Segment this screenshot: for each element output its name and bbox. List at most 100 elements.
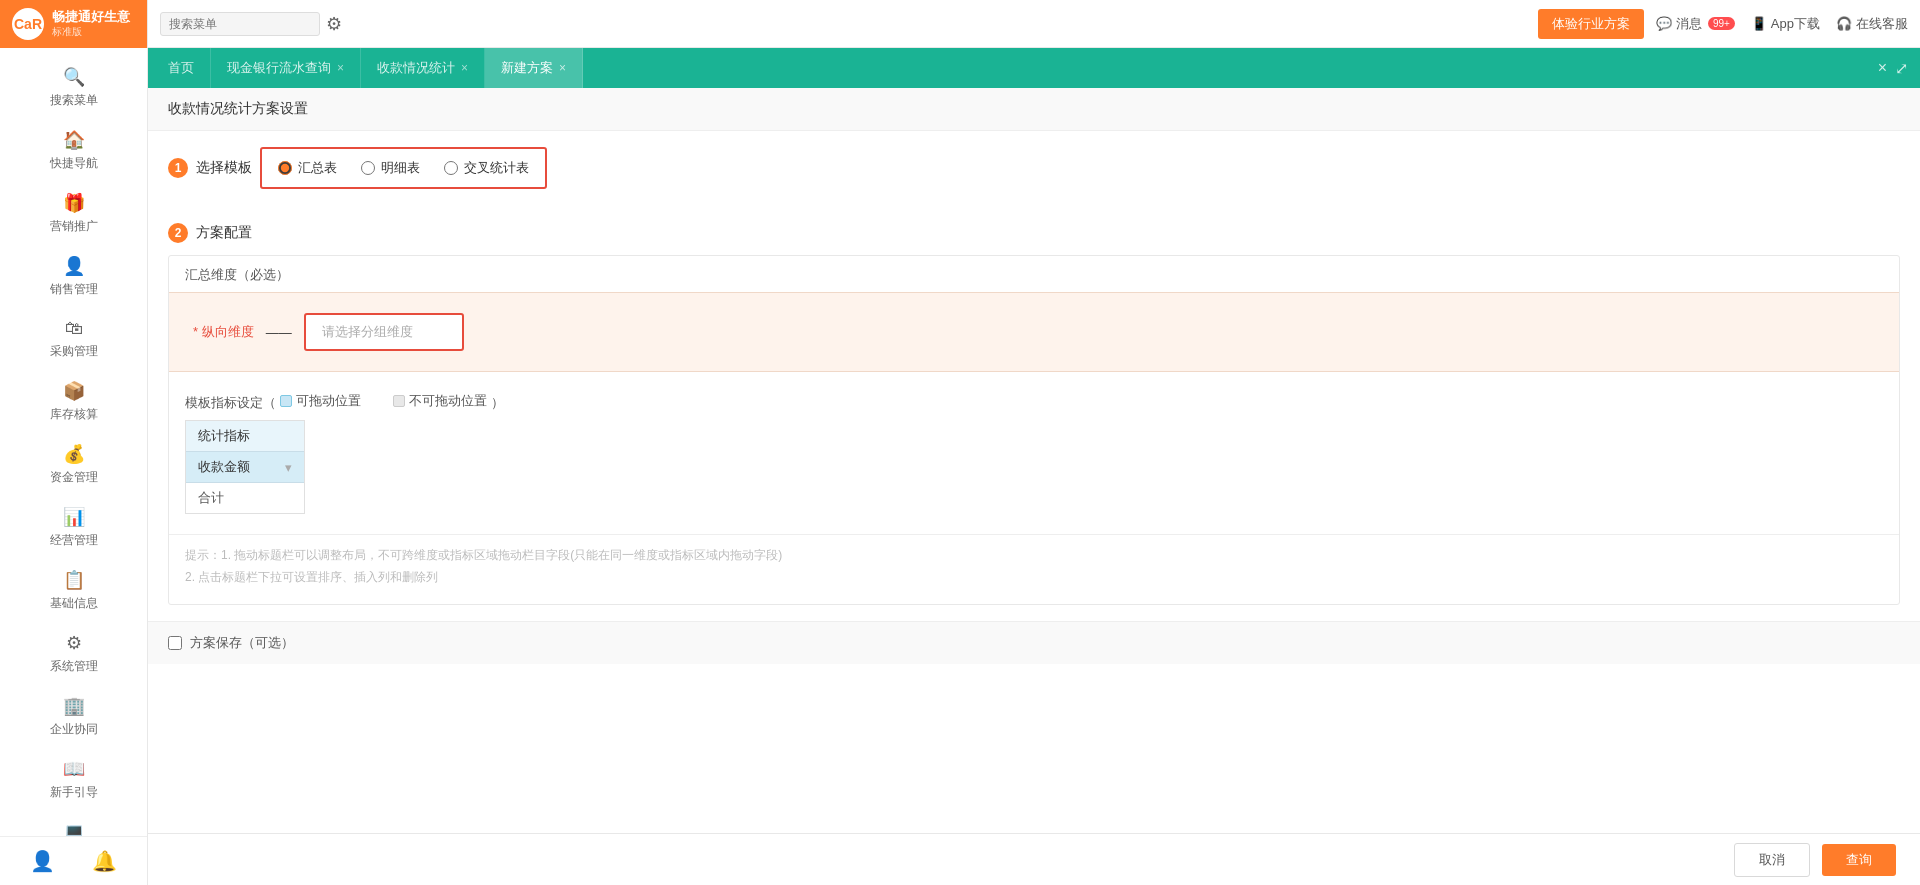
- step1-label: 选择模板: [196, 159, 252, 177]
- cancel-button[interactable]: 取消: [1734, 843, 1810, 877]
- download-button[interactable]: 📱 App下载: [1751, 15, 1820, 33]
- movable-legend-dot: [280, 395, 292, 407]
- fixed-legend-label: 不可拖动位置: [409, 392, 487, 410]
- legend-separator: [370, 395, 383, 410]
- breadcrumb-area: ⚙: [160, 12, 1526, 36]
- tab-bank[interactable]: 现金银行流水查询 ×: [211, 48, 361, 88]
- sidebar-item-base-info[interactable]: 📋 基础信息: [0, 559, 147, 622]
- sidebar-item-marketing[interactable]: 🎁 营销推广: [0, 182, 147, 245]
- step1-badge: 1: [168, 158, 188, 178]
- template-radio-detail[interactable]: [361, 161, 375, 175]
- template-radio-cross[interactable]: [444, 161, 458, 175]
- industry-button[interactable]: 体验行业方案: [1538, 9, 1644, 39]
- sidebar-bottom-icon-1[interactable]: 👤: [30, 849, 55, 873]
- template-radio-summary[interactable]: [278, 161, 292, 175]
- bottom-bar: 取消 查询: [148, 833, 1920, 885]
- sidebar-item-label: 营销推广: [50, 218, 98, 235]
- query-button[interactable]: 查询: [1822, 844, 1896, 876]
- tab-label: 现金银行流水查询: [227, 59, 331, 77]
- template-option-label-summary: 汇总表: [298, 159, 337, 177]
- sidebar-item-label: 资金管理: [50, 469, 98, 486]
- step2-badge: 2: [168, 223, 188, 243]
- sidebar-item-hardware[interactable]: 💻智能硬件: [0, 811, 147, 836]
- sidebar-item-guide[interactable]: 📖新手引导: [0, 748, 147, 811]
- service-button[interactable]: 🎧 在线客服: [1836, 15, 1908, 33]
- tip-line-1: 提示：1. 拖动标题栏可以调整布局，不可跨维度或指标区域拖动栏目字段(只能在同一…: [185, 545, 1883, 567]
- sidebar-bottom: 👤 🔔: [0, 836, 147, 885]
- save-checkbox[interactable]: [168, 636, 182, 650]
- page-header: 收款情况统计方案设置: [148, 88, 1920, 131]
- step1-title-row: 1 选择模板 汇总表 明细表 交叉统计表: [168, 147, 1900, 189]
- marketing-icon: 🎁: [63, 192, 85, 214]
- sidebar-item-system[interactable]: ⚙系统管理: [0, 622, 147, 685]
- tab-expand-icon[interactable]: ⤢: [1895, 59, 1908, 78]
- topbar-right: 💬 消息 99+ 📱 App下载 🎧 在线客服: [1656, 15, 1908, 33]
- inventory-icon: 📦: [63, 380, 85, 402]
- tab-close-all-icon[interactable]: ×: [1878, 59, 1887, 77]
- gear-icon[interactable]: ⚙: [326, 13, 342, 35]
- sidebar-item-label: 新手引导: [50, 784, 98, 801]
- sidebar-item-label: 系统管理: [50, 658, 98, 675]
- template-option-label-detail: 明细表: [381, 159, 420, 177]
- sidebar-item-inventory[interactable]: 📦 库存核算: [0, 370, 147, 433]
- sidebar-item-purchase[interactable]: 🛍 采购管理: [0, 308, 147, 370]
- step1-section: 1 选择模板 汇总表 明细表 交叉统计表: [148, 131, 1920, 219]
- tab-new-plan[interactable]: 新建方案×: [485, 48, 583, 88]
- main-content: 收款情况统计方案设置 1 选择模板 汇总表 明细表 交叉统计表 2 方案配置: [148, 88, 1920, 833]
- logo-text: 畅捷通好生意: [52, 9, 130, 25]
- download-icon: 📱: [1751, 16, 1767, 31]
- step2-section: 2 方案配置 汇总维度（必选） * 纵向维度 —— 请选择分组维度: [148, 219, 1920, 621]
- metrics-table: 统计指标 收款金额 ▾ 合计: [185, 420, 305, 514]
- step2-title-row: 2 方案配置: [168, 223, 1900, 243]
- dim-arrow: ——: [266, 325, 292, 340]
- sidebar-item-finance[interactable]: 💰 资金管理: [0, 433, 147, 496]
- tab-label: 收款情况统计: [377, 59, 455, 77]
- tab-close-new-plan[interactable]: ×: [559, 61, 566, 75]
- tab-label: 首页: [168, 59, 194, 77]
- corp-icon: 🏢: [63, 695, 85, 717]
- sidebar-item-operation[interactable]: 📊 经营管理: [0, 496, 147, 559]
- base-info-icon: 📋: [63, 569, 85, 591]
- sidebar-item-label: 经营管理: [50, 532, 98, 549]
- hardware-icon: 💻: [63, 821, 85, 836]
- operation-icon: 📊: [63, 506, 85, 528]
- tab-close-bank[interactable]: ×: [337, 61, 344, 75]
- sales-icon: 👤: [63, 255, 85, 277]
- metrics-area: 模板指标设定（ 可拖动位置 不可拖动位置 ）: [169, 380, 1899, 526]
- dim-row: * 纵向维度 —— 请选择分组维度: [193, 313, 1875, 351]
- dim-section-label: 汇总维度（必选）: [169, 256, 1899, 284]
- sidebar-item-corp[interactable]: 🏢 企业协同: [0, 685, 147, 748]
- sidebar-bottom-icon-2[interactable]: 🔔: [92, 849, 117, 873]
- metrics-column-header[interactable]: 收款金额 ▾: [186, 452, 304, 483]
- finance-icon: 💰: [63, 443, 85, 465]
- dim-selector[interactable]: 请选择分组维度: [304, 313, 464, 351]
- step2-label: 方案配置: [196, 224, 252, 242]
- template-option-detail[interactable]: 明细表: [361, 159, 420, 177]
- sidebar-item-label: 企业协同: [50, 721, 98, 738]
- sidebar-item-label: 基础信息: [50, 595, 98, 612]
- sidebar-item-search[interactable]: 🔍搜索菜单: [0, 56, 147, 119]
- sidebar-item-label: 库存核算: [50, 406, 98, 423]
- sidebar: CaR 畅捷通好生意 标准版 🔍搜索菜单🏠快捷导航 🎁 营销推广 👤销售管理 🛍 采购管理…: [0, 0, 148, 885]
- logo-sub: 标准版: [52, 25, 130, 39]
- template-option-label-cross: 交叉统计表: [464, 159, 529, 177]
- logo-icon: CaR: [12, 8, 44, 40]
- tab-home[interactable]: 首页: [148, 48, 211, 88]
- sidebar-item-quick-nav[interactable]: 🏠快捷导航: [0, 119, 147, 182]
- movable-legend-label: 可拖动位置: [296, 392, 361, 410]
- metrics-table-header: 统计指标: [186, 421, 304, 452]
- message-button[interactable]: 💬 消息 99+: [1656, 15, 1735, 33]
- search-input[interactable]: [160, 12, 320, 36]
- tab-close-receipt[interactable]: ×: [461, 61, 468, 75]
- sidebar-item-label: 采购管理: [50, 343, 98, 360]
- message-badge: 99+: [1708, 17, 1735, 30]
- tabs-right-controls: × ⤢: [1878, 48, 1920, 88]
- template-option-cross[interactable]: 交叉统计表: [444, 159, 529, 177]
- metrics-dropdown-icon[interactable]: ▾: [285, 460, 292, 475]
- tab-receipt[interactable]: 收款情况统计 ×: [361, 48, 485, 88]
- sidebar-item-sales[interactable]: 👤销售管理: [0, 245, 147, 308]
- purchase-icon: 🛍: [65, 318, 83, 339]
- sidebar-nav: 🔍搜索菜单🏠快捷导航 🎁 营销推广 👤销售管理 🛍 采购管理 📦 库存核算 💰 资金管理 📊 经营管理…: [0, 48, 147, 836]
- template-option-summary[interactable]: 汇总表: [278, 159, 337, 177]
- tabs-bar: 首页现金银行流水查询×收款情况统计×新建方案× × ⤢: [148, 48, 1920, 88]
